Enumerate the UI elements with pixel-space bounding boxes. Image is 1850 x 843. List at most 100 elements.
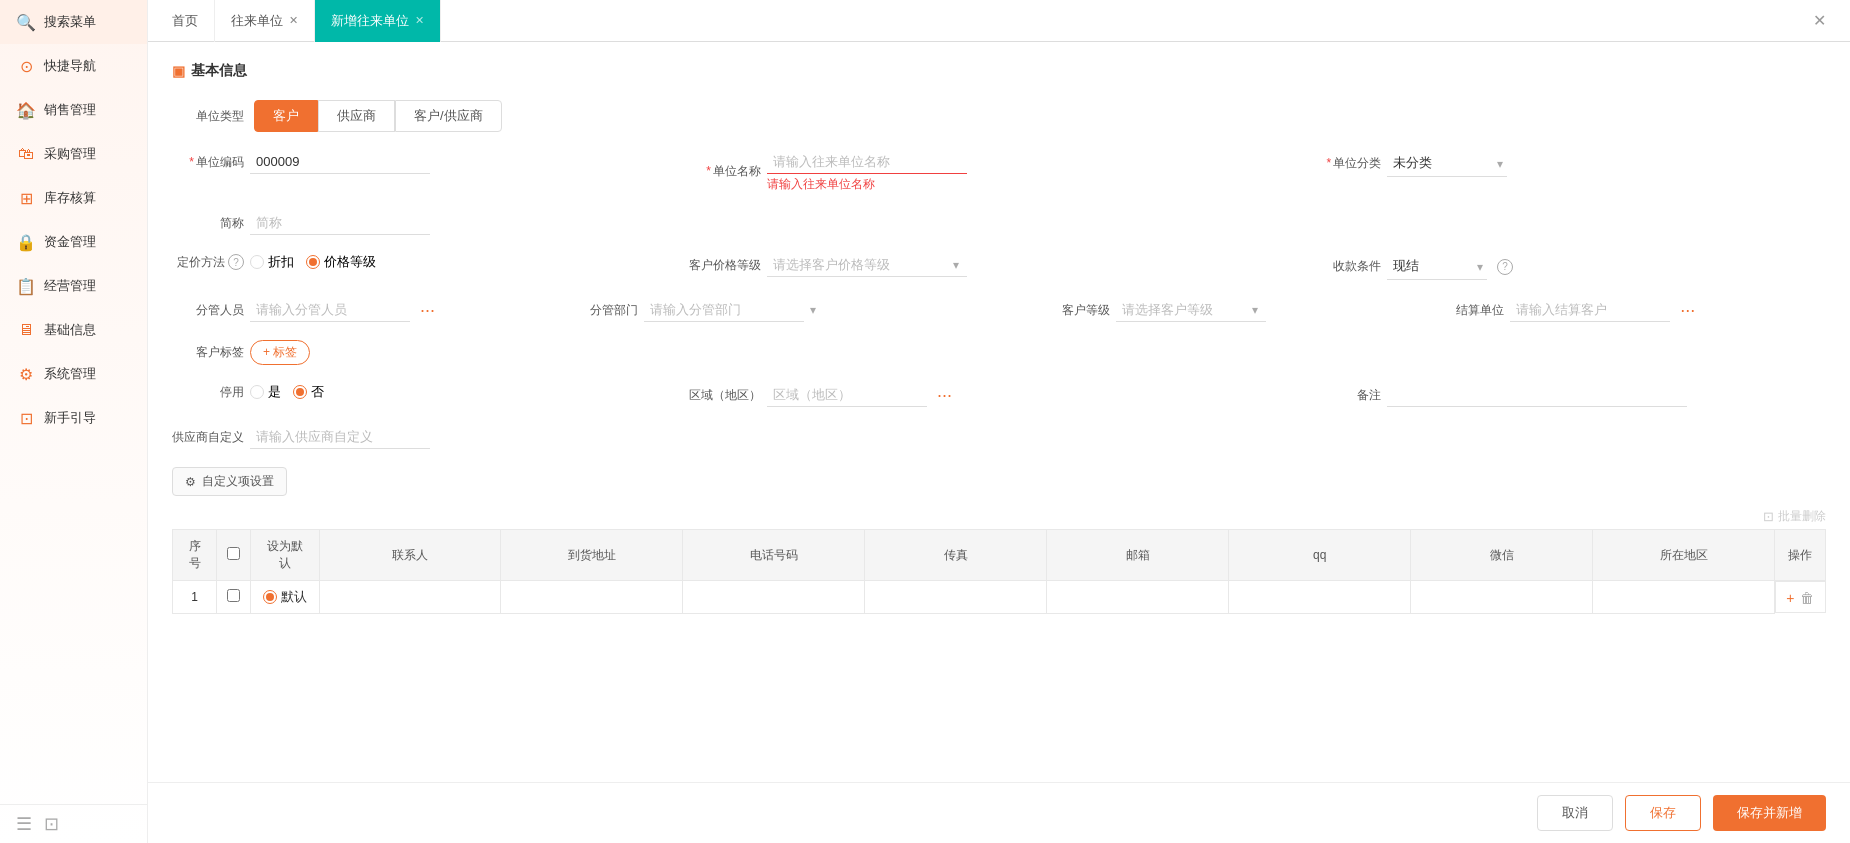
sidebar-menu-icon[interactable]: ⊡: [44, 813, 59, 835]
sidebar-item-search[interactable]: 🔍 搜索菜单: [0, 0, 147, 44]
tags-group: 客户标签 + 标签: [172, 340, 1826, 365]
contact-input[interactable]: [330, 589, 491, 604]
row-wechat[interactable]: [1411, 581, 1593, 614]
qq-input[interactable]: [1239, 589, 1400, 604]
col-seq: 序号: [173, 530, 217, 581]
col-region: 所在地区: [1593, 530, 1775, 581]
level-radio-circle: [306, 255, 320, 269]
payment-terms-help-icon[interactable]: ?: [1497, 259, 1513, 275]
sidebar-item-base[interactable]: 🖥 基础信息: [0, 308, 147, 352]
sidebar-item-quicknav[interactable]: ⊙ 快捷导航: [0, 44, 147, 88]
address-input[interactable]: [511, 589, 672, 604]
row-address[interactable]: [501, 581, 683, 614]
manager-more-icon[interactable]: ···: [416, 300, 439, 321]
cancel-button[interactable]: 取消: [1537, 795, 1613, 831]
type-btn-customer[interactable]: 客户: [254, 100, 318, 132]
custom-settings-button[interactable]: ⚙ 自定义项设置: [172, 467, 287, 496]
sidebar-item-inventory[interactable]: ⊞ 库存核算: [0, 176, 147, 220]
row-check: [217, 581, 251, 614]
unit-name-input[interactable]: [767, 150, 967, 174]
row-region[interactable]: [1593, 581, 1775, 614]
wechat-input[interactable]: [1421, 589, 1582, 604]
row-qq[interactable]: [1229, 581, 1411, 614]
add-row-icon[interactable]: +: [1786, 590, 1794, 606]
unit-code-input[interactable]: [250, 150, 430, 174]
phone-input[interactable]: [693, 589, 854, 604]
tab-home[interactable]: 首页: [156, 0, 215, 42]
row-checkbox[interactable]: [227, 589, 240, 602]
sidebar-item-system[interactable]: ⚙ 系统管理: [0, 352, 147, 396]
default-radio[interactable]: 默认: [261, 588, 308, 606]
settlement-input[interactable]: [1510, 298, 1670, 322]
supplier-custom-group: 供应商自定义: [172, 425, 1826, 449]
type-btn-both[interactable]: 客户/供应商: [395, 100, 502, 132]
sidebar-collapse-icon[interactable]: ☰: [16, 813, 32, 835]
sidebar-item-purchase[interactable]: 🛍 采购管理: [0, 132, 147, 176]
pricing-radio-discount[interactable]: 折扣: [250, 253, 294, 271]
manager-input[interactable]: [250, 298, 410, 322]
settlement-more-icon[interactable]: ···: [1676, 300, 1699, 321]
type-btn-supplier[interactable]: 供应商: [318, 100, 395, 132]
section-icon: ▣: [172, 63, 185, 79]
gear-icon: ⚙: [185, 475, 196, 489]
row-contact[interactable]: [319, 581, 501, 614]
region-input[interactable]: [1603, 589, 1764, 604]
customer-price-level-select-wrapper: ▾: [767, 253, 967, 277]
row-fax[interactable]: [865, 581, 1047, 614]
batch-delete-label[interactable]: 批量删除: [1778, 508, 1826, 525]
batch-delete-area: ⊡ 批量删除: [172, 508, 1826, 525]
row-email[interactable]: [1047, 581, 1229, 614]
col-email: 邮箱: [1047, 530, 1229, 581]
delete-row-icon[interactable]: 🗑: [1800, 590, 1814, 606]
window-close-icon[interactable]: ✕: [1797, 11, 1842, 30]
sidebar-bottom: ☰ ⊡: [0, 804, 147, 843]
default-radio-circle: [263, 590, 277, 604]
short-name-input[interactable]: [250, 211, 430, 235]
tab-partners[interactable]: 往来单位 ✕: [215, 0, 315, 42]
supplier-custom-input[interactable]: [250, 425, 430, 449]
email-input[interactable]: [1057, 589, 1218, 604]
short-name-row: 简称: [172, 211, 1826, 235]
tab-new-partner[interactable]: 新增往来单位 ✕: [315, 0, 441, 42]
batch-delete-icon: ⊡: [1763, 509, 1774, 524]
save-new-button[interactable]: 保存并新增: [1713, 795, 1826, 831]
select-all-checkbox[interactable]: [227, 547, 240, 560]
fax-input[interactable]: [875, 589, 1036, 604]
col-action: 操作: [1775, 530, 1826, 581]
add-tag-button[interactable]: + 标签: [250, 340, 310, 365]
col-fax: 传真: [865, 530, 1047, 581]
contacts-table: 序号 设为默认 联系人 到货地址 电话号码 传真 邮箱 qq 微信 所在地区 操…: [172, 529, 1826, 614]
department-group: 分管部门 ▾: [566, 298, 1039, 322]
region-input[interactable]: [767, 383, 927, 407]
pricing-help-icon[interactable]: ?: [228, 254, 244, 270]
sidebar-item-operations[interactable]: 📋 经营管理: [0, 264, 147, 308]
tab-label: 往来单位: [231, 12, 283, 30]
unit-type-label: 单位类型: [172, 108, 244, 125]
sidebar-item-sales[interactable]: 🏠 销售管理: [0, 88, 147, 132]
sidebar-item-guide[interactable]: ⊡ 新手引导: [0, 396, 147, 440]
unit-name-error: 请输入往来单位名称: [767, 176, 967, 193]
region-more-icon[interactable]: ···: [933, 385, 956, 406]
guide-icon: ⊡: [16, 408, 36, 428]
col-phone: 电话号码: [683, 530, 865, 581]
unit-type-row: 单位类型 客户 供应商 客户/供应商: [172, 100, 1826, 132]
close-partners-icon[interactable]: ✕: [289, 14, 298, 27]
close-new-partner-icon[interactable]: ✕: [415, 14, 424, 27]
form-content: ▣ 基本信息 单位类型 客户 供应商 客户/供应商 *单位编码: [148, 42, 1850, 782]
payment-terms-select-wrapper: 现结 ▾: [1387, 253, 1487, 280]
save-button[interactable]: 保存: [1625, 795, 1701, 831]
row-phone[interactable]: [683, 581, 865, 614]
customer-price-level-input[interactable]: [767, 253, 967, 277]
disabled-yes-radio[interactable]: 是: [250, 383, 281, 401]
manager-label: 分管人员: [172, 302, 244, 319]
department-chevron-icon: ▾: [810, 303, 816, 317]
department-input[interactable]: [644, 298, 804, 322]
pricing-radio-level[interactable]: 价格等级: [306, 253, 376, 271]
disabled-no-radio[interactable]: 否: [293, 383, 324, 401]
remark-input[interactable]: [1387, 383, 1687, 407]
sidebar-item-finance[interactable]: 🔒 资金管理: [0, 220, 147, 264]
unit-info-row: *单位编码 *单位名称 请输入往来单位名称 *单位分类 未分类: [172, 150, 1826, 193]
manager-group: 分管人员 ···: [172, 298, 566, 322]
customer-level-input[interactable]: [1116, 298, 1266, 322]
disabled-row: 停用 是 否 区域（地区） ···: [172, 383, 1826, 407]
